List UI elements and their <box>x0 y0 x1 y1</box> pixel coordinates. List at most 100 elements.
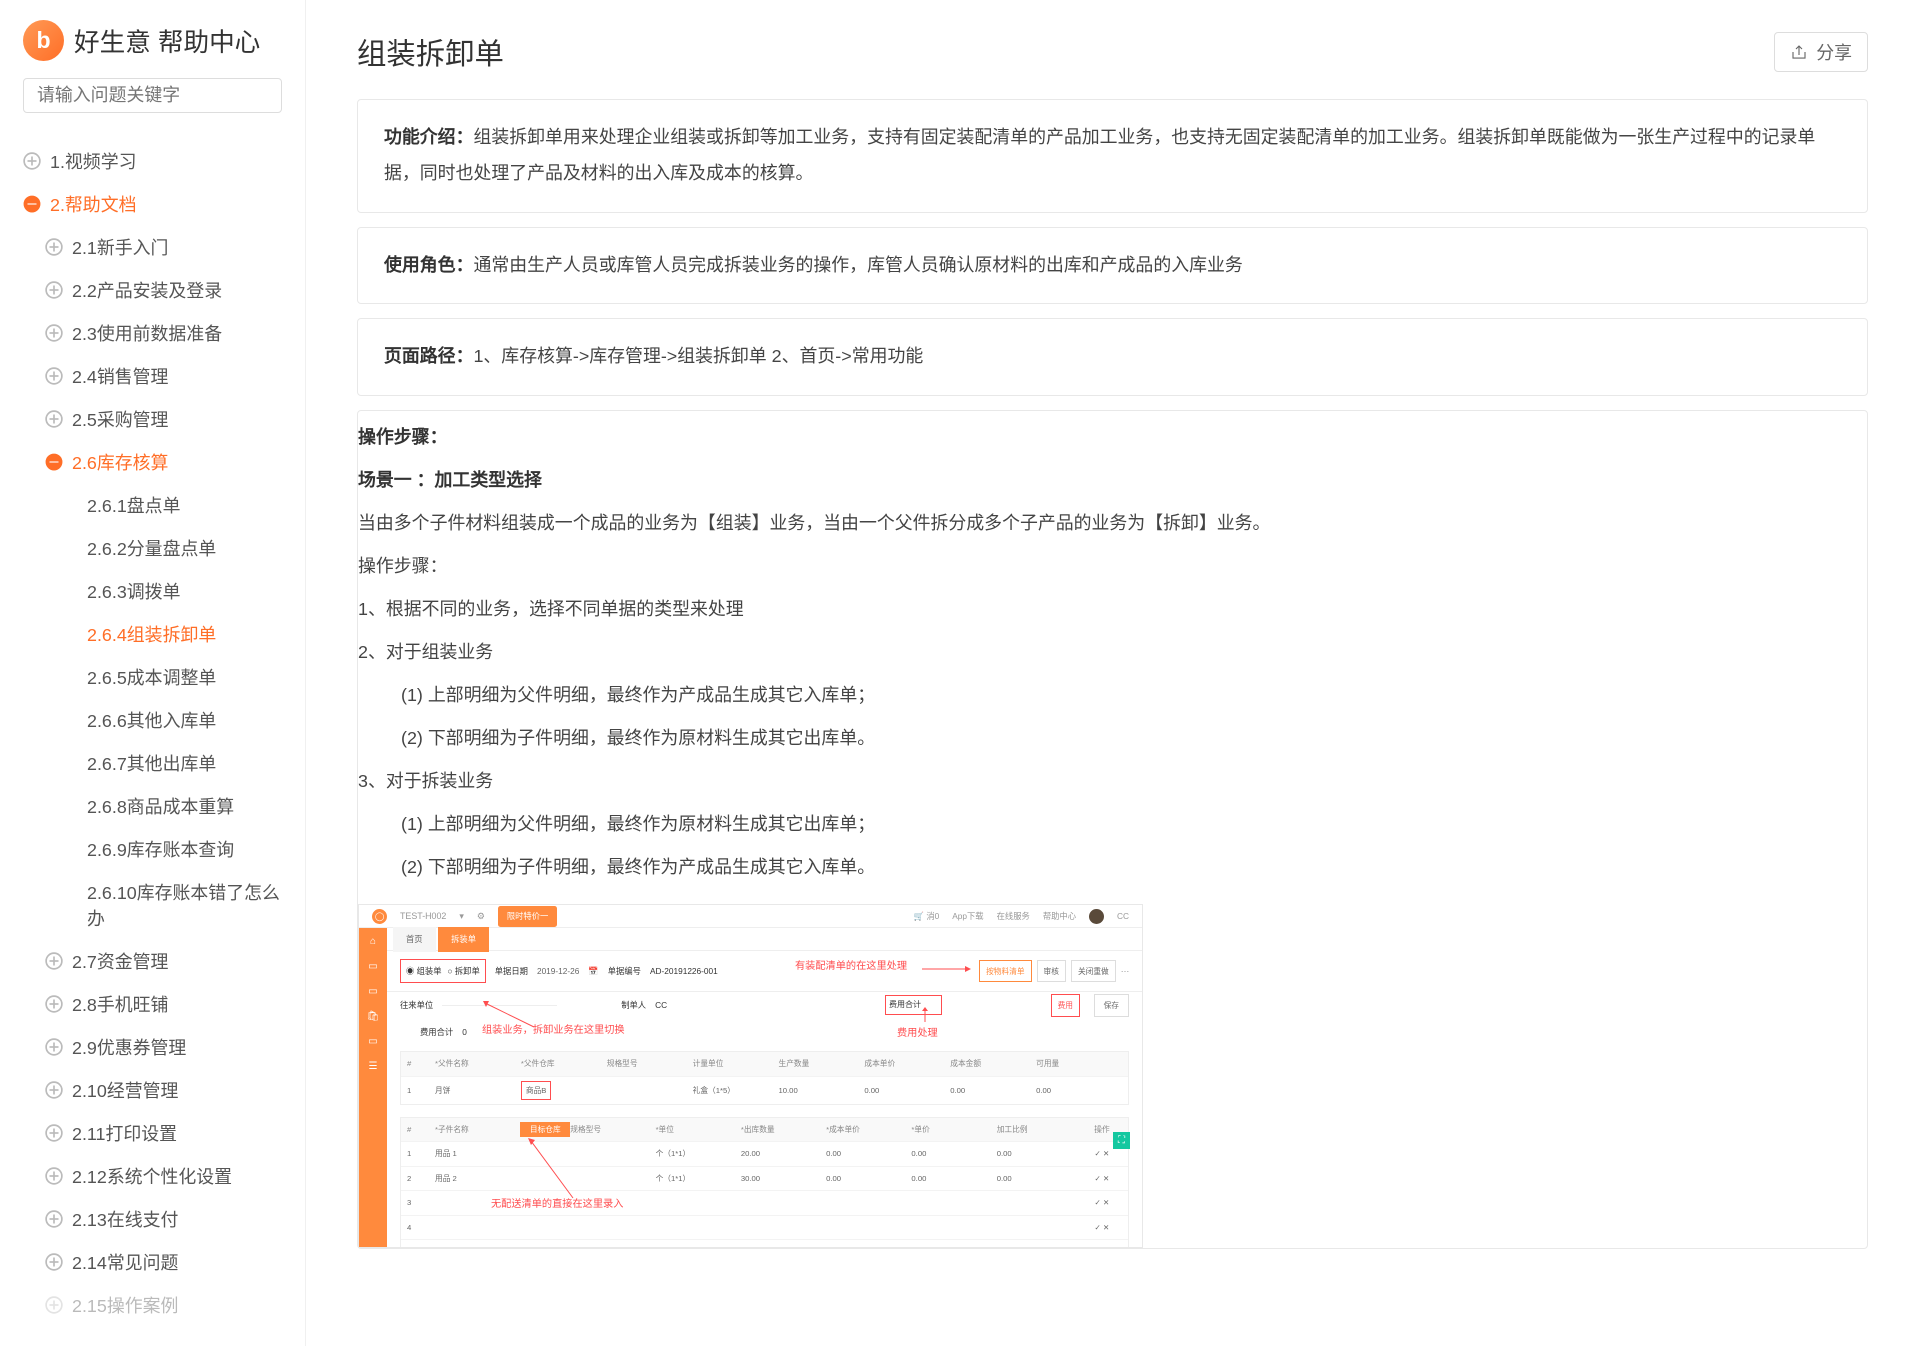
nav-label: 2.5采购管理 <box>72 406 168 432</box>
nav-2-2[interactable]: 2.2产品安装及登录 <box>23 268 282 311</box>
step-2: 2、对于组装业务 <box>358 635 1867 669</box>
ss-fee-field: 费用合计 <box>885 995 942 1015</box>
plus-icon <box>45 281 63 299</box>
nav-label: 2.9优惠券管理 <box>72 1034 186 1060</box>
nav-2-6-7[interactable]: 2.6.7其他出库单 <box>23 741 282 784</box>
scene-title: 场景一 ：加工类型选择 <box>358 463 1867 497</box>
ss-arrow-icon <box>922 961 967 978</box>
ss-row: 2用品 2个（1*1）30.000.000.000.00✓ ✕ <box>401 1166 1128 1190</box>
intro-text: 组装拆卸单用来处理企业组装或拆卸等加工业务，支持有固定装配清单的产品加工业务，也… <box>384 127 1815 183</box>
nav-2-6-10[interactable]: 2.6.10库存账本错了怎么办 <box>23 870 282 939</box>
ss-action-buttons: 按物料清单 审核 关闭重做 ⋯ <box>979 960 1129 982</box>
ss-bom-button: 按物料清单 <box>979 960 1031 982</box>
nav-label: 2.6.5成本调整单 <box>87 664 216 690</box>
share-icon <box>1790 43 1808 61</box>
nav-2-6-4-active[interactable]: 2.6.4组装拆卸单 <box>23 612 282 655</box>
ss-tabs: 首页 拆装单 <box>387 928 1142 951</box>
page-header: 组装拆卸单 分享 <box>357 31 1868 73</box>
nav-label: 2.6.8商品成本重算 <box>87 793 234 819</box>
content-card: 操作步骤： 场景一 ：加工类型选择 当由多个子件材料组装成一个成品的业务为【组装… <box>357 410 1868 1249</box>
nav-2-13[interactable]: 2.13在线支付 <box>23 1197 282 1240</box>
ss-save-button: 保存 <box>1094 994 1129 1016</box>
nav-2-6-3[interactable]: 2.6.3调拨单 <box>23 569 282 612</box>
sidebar: b 好生意 帮助中心 1.视频学习 2.帮助文档 2.1新手入门 2.2产品安装… <box>0 0 306 1346</box>
nav-2-9[interactable]: 2.9优惠券管理 <box>23 1025 282 1068</box>
plus-icon <box>45 324 63 342</box>
plus-icon <box>45 1296 63 1314</box>
sidebar-nav: 1.视频学习 2.帮助文档 2.1新手入门 2.2产品安装及登录 2.3使用前数… <box>23 139 282 1326</box>
ss-date-label: 单据日期 <box>495 963 528 980</box>
nav-2-11[interactable]: 2.11打印设置 <box>23 1111 282 1154</box>
share-button[interactable]: 分享 <box>1774 32 1868 72</box>
step-1: 1、根据不同的业务，选择不同单据的类型来处理 <box>358 592 1867 626</box>
nav-2-7[interactable]: 2.7资金管理 <box>23 939 282 982</box>
nav-2-4[interactable]: 2.4销售管理 <box>23 354 282 397</box>
ss-contact-label: 往来单位 <box>400 997 433 1014</box>
logo-row: b 好生意 帮助中心 <box>23 20 282 61</box>
nav-2-6-5[interactable]: 2.6.5成本调整单 <box>23 655 282 698</box>
ss-row: 5✓ ✕ <box>401 1239 1128 1248</box>
ss-thead: #*子件名称目标仓库规格型号*单位*出库数量*成本单价*单价加工比例操作 <box>401 1118 1128 1141</box>
nav-docs[interactable]: 2.帮助文档 <box>23 182 282 225</box>
share-label: 分享 <box>1816 39 1852 65</box>
ss-nav-icon: ☰ <box>366 1059 381 1074</box>
nav-video[interactable]: 1.视频学习 <box>23 139 282 182</box>
ss-logo-icon: ◯ <box>372 909 387 924</box>
nav-label: 2.6.1盘点单 <box>87 492 180 518</box>
scene-desc: 当由多个子件材料组装成一个成品的业务为【组装】业务，当由一个父件拆分成多个子产品… <box>358 506 1867 540</box>
ss-audit-button: 审核 <box>1037 960 1066 982</box>
nav-2-14[interactable]: 2.14常见问题 <box>23 1240 282 1283</box>
nav-2-10[interactable]: 2.10经营管理 <box>23 1068 282 1111</box>
ss-row: 1月饼商品B礼盒（1*5）10.000.000.000.00 <box>401 1076 1128 1104</box>
ss-annotation-2: 组装业务，拆卸业务在这里切换 <box>482 1021 625 1041</box>
nav-2-6[interactable]: 2.6库存核算 <box>23 440 282 483</box>
search-input[interactable] <box>37 85 268 106</box>
nav-2-8[interactable]: 2.8手机旺铺 <box>23 982 282 1025</box>
nav-2-5[interactable]: 2.5采购管理 <box>23 397 282 440</box>
nav-label: 1.视频学习 <box>50 148 136 174</box>
nav-2-6-1[interactable]: 2.6.1盘点单 <box>23 483 282 526</box>
ss-code-label: 单据编号 <box>608 963 641 980</box>
nav-2-3[interactable]: 2.3使用前数据准备 <box>23 311 282 354</box>
ss-annotation-1: 有装配清单的在这里处理 <box>795 957 907 977</box>
search-box[interactable] <box>23 78 282 113</box>
nav-label: 2.2产品安装及登录 <box>72 277 222 303</box>
ss-cart-icon: 🛒 消0 <box>914 908 940 925</box>
ss-annotation-3: 费用处理 <box>897 1024 938 1044</box>
nav-2-6-8[interactable]: 2.6.8商品成本重算 <box>23 784 282 827</box>
nav-label: 2.6.6其他入库单 <box>87 707 216 733</box>
step-2-1: (1) 上部明细为父件明细，最终作为产成品生成其它入库单； <box>358 678 1867 712</box>
ss-home-icon: ⌂ <box>366 934 381 949</box>
step-3-1: (1) 上部明细为父件明细，最终作为原材料生成其它出库单； <box>358 807 1867 841</box>
ss-form-row-1: ◉ 组装单 ○ 拆卸单 单据日期 2019-12-26 📅 单据编号 AD-20… <box>387 951 1142 992</box>
nav-label: 2.8手机旺铺 <box>72 991 168 1017</box>
ss-cost-label: 费用合计 <box>420 1024 453 1041</box>
ss-form-row-3: 费用合计 0 组装业务，拆卸业务在这里切换 费用处理 <box>387 1019 1142 1046</box>
nav-label: 2.12系统个性化设置 <box>72 1163 232 1189</box>
step-3: 3、对于拆装业务 <box>358 764 1867 798</box>
ss-nav-icon: ▭ <box>366 959 381 974</box>
nav-2-1[interactable]: 2.1新手入门 <box>23 225 282 268</box>
nav-2-6-9[interactable]: 2.6.9库存账本查询 <box>23 827 282 870</box>
nav-2-6-6[interactable]: 2.6.6其他入库单 <box>23 698 282 741</box>
ss-child-table: #*子件名称目标仓库规格型号*单位*出库数量*成本单价*单价加工比例操作 1用品… <box>400 1117 1129 1248</box>
role-label: 使用角色： <box>384 255 473 275</box>
ss-tab-home: 首页 <box>393 927 436 952</box>
nav-2-15[interactable]: 2.15操作案例 <box>23 1283 282 1326</box>
ss-form-row-2: 往来单位 制单人 CC 费用合计 费用 保存 <box>387 992 1142 1019</box>
ss-calendar-icon: 📅 <box>588 963 598 980</box>
path-text: 1、库存核算->库存管理->组装拆卸单 2、首页->常用功能 <box>473 346 923 366</box>
ss-row: 4✓ ✕ <box>401 1215 1128 1239</box>
ss-avatar-icon <box>1089 909 1104 924</box>
ss-main: 首页 拆装单 ◉ 组装单 ○ 拆卸单 单据日期 2019-12-26 📅 单据编… <box>387 928 1142 1247</box>
ss-creator: CC <box>655 997 667 1014</box>
ss-promo-button: 限时特价一 <box>498 906 558 928</box>
ss-annotation-4: 无配送清单的直接在这里录入 <box>491 1195 623 1215</box>
ss-creator-label: 制单人 <box>621 997 646 1014</box>
plus-icon <box>45 1210 63 1228</box>
nav-label: 2.6库存核算 <box>72 449 168 475</box>
nav-2-12[interactable]: 2.12系统个性化设置 <box>23 1154 282 1197</box>
ss-app: App下载 <box>952 908 983 925</box>
nav-2-6-2[interactable]: 2.6.2分量盘点单 <box>23 526 282 569</box>
embedded-screenshot: ◯ TEST-H002 ▾ ⚙ 限时特价一 🛒 消0 App下载 在线服务 帮助… <box>358 904 1143 1248</box>
